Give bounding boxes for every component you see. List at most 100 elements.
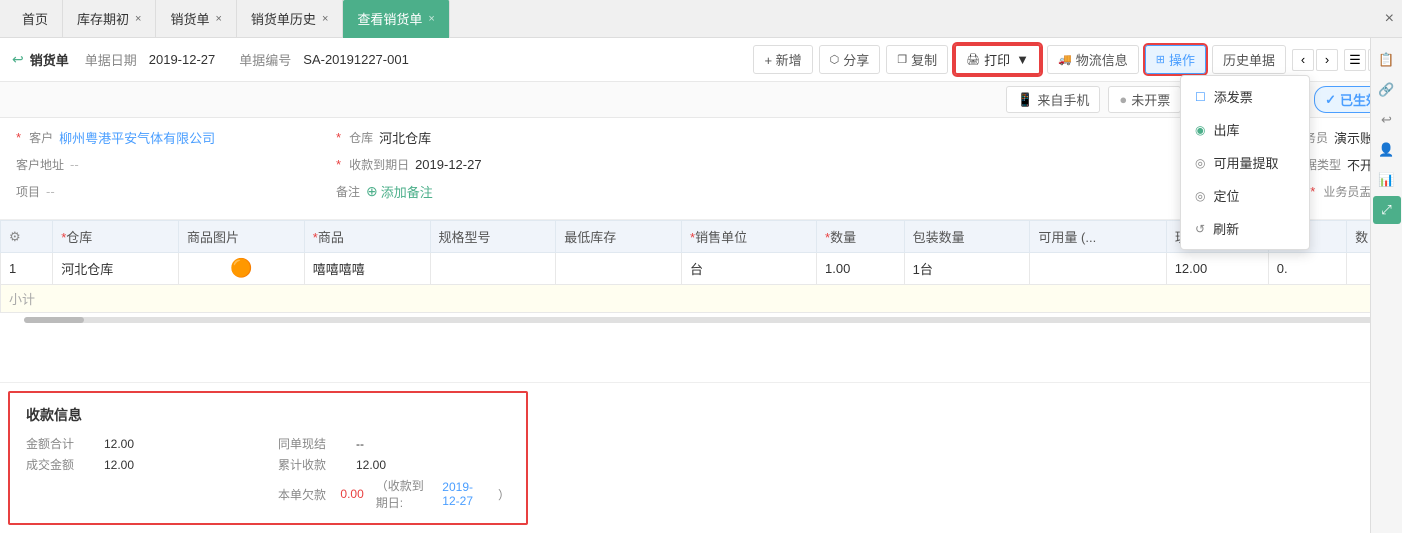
col-image: 商品图片 [178, 221, 304, 253]
owed-value: 0.00 [340, 487, 363, 501]
locate-item[interactable]: ◎ 定位 [1181, 179, 1309, 212]
phone-icon: 📱 [1017, 92, 1033, 108]
tab-inventory-close[interactable]: × [135, 13, 141, 25]
main-content: ↩ 销货单 单据日期 2019-12-27 单据编号 SA-20191227-0… [0, 38, 1402, 533]
window-close-button[interactable]: × [1385, 10, 1394, 28]
sidebar-expand-button[interactable]: ⤢ [1373, 196, 1401, 224]
row-spec [430, 253, 556, 285]
from-phone-button[interactable]: 📱 来自手机 [1006, 86, 1100, 113]
customer-label: 客户 [29, 129, 53, 146]
tab-history-close[interactable]: × [322, 13, 328, 25]
copy-icon: ❐ [897, 53, 907, 66]
available-qty-icon: ◎ [1195, 156, 1205, 170]
history-button[interactable]: 历史单据 [1212, 45, 1286, 74]
number-value: SA-20191227-001 [303, 52, 409, 67]
date-label: 单据日期 [85, 50, 137, 69]
copy-button[interactable]: ❐ 复制 [886, 45, 948, 74]
right-sidebar: 📋 🔗 ↩ 👤 📊 ⤢ [1370, 38, 1402, 533]
add-invoice-item[interactable]: ☐ 添发票 [1181, 80, 1309, 113]
print-button[interactable]: 🖨 打印 ▼ [954, 44, 1041, 75]
prev-button[interactable]: ‹ [1292, 49, 1314, 71]
logistics-icon: 🚚 [1058, 53, 1072, 66]
list-view-button[interactable]: ☰ [1344, 49, 1366, 71]
tab-view-close[interactable]: × [428, 13, 434, 25]
available-qty-item[interactable]: ◎ 可用量提取 [1181, 146, 1309, 179]
share-icon: ⬡ [830, 53, 840, 66]
tab-sales-close[interactable]: × [215, 13, 221, 25]
payment-date-field: * 收款到期日 2019-12-27 [336, 156, 536, 173]
address-field: 客户地址 -- [16, 156, 316, 173]
col-available: 可用量 (... [1030, 221, 1166, 253]
customer-required: * [16, 130, 21, 145]
warehouse-value: 河北仓库 [379, 128, 431, 147]
sidebar-undo-button[interactable]: ↩ [1373, 106, 1401, 134]
operations-button[interactable]: ⊞ 操作 [1145, 45, 1206, 74]
add-note-button[interactable]: ⊕ 添加备注 [366, 182, 433, 201]
warehouse-required: * [336, 130, 341, 145]
warehouse-label: 仓库 [349, 129, 373, 146]
project-field: 项目 -- [16, 183, 316, 200]
due-date-hint: （收款到期日: [376, 477, 435, 511]
row-image: 🟠 [178, 253, 304, 285]
cumulative-value: 12.00 [356, 458, 386, 472]
row-unit: 台 [682, 253, 817, 285]
payment-date-label: 收款到期日 [349, 156, 409, 173]
sidebar-chart-button[interactable]: 📊 [1373, 166, 1401, 194]
scroll-thumb [24, 317, 84, 323]
col-pack: 包装数量 [904, 221, 1030, 253]
warehouse-field: * 仓库 河北仓库 [336, 128, 536, 147]
row-index: 1 [1, 253, 53, 285]
payment-grid: 金额合计 12.00 同单现结 -- 成交金额 12.00 累计收款 12.00… [26, 435, 510, 511]
scroll-indicator[interactable] [24, 317, 1378, 323]
row-warehouse: 河北仓库 [53, 253, 179, 285]
document-header: ↩ 销货单 单据日期 2019-12-27 单据编号 SA-20191227-0… [0, 38, 1402, 82]
sidebar-link-button[interactable]: 🔗 [1373, 76, 1401, 104]
not-open-ticket-button[interactable]: ● 未开票 [1108, 86, 1181, 113]
doc-meta: 单据日期 2019-12-27 单据编号 SA-20191227-001 [85, 50, 754, 69]
print-dropdown-icon: ▼ [1016, 52, 1029, 67]
address-value: -- [70, 157, 79, 172]
same-order-value: -- [356, 437, 364, 451]
total-label: 金额合计 [26, 435, 96, 452]
tab-home[interactable]: 首页 [8, 0, 63, 38]
same-order-row: 同单现结 -- [278, 435, 510, 452]
owed-row: 本单欠款 0.00 （收款到期日: 2019-12-27 ） [278, 477, 510, 511]
customer-field: * 客户 柳州粤港平安气体有限公司 [16, 128, 316, 147]
new-button[interactable]: + 新增 [753, 45, 812, 74]
circle-icon: ● [1119, 92, 1127, 107]
sidebar-clipboard-button[interactable]: 📋 [1373, 46, 1401, 74]
cumulative-label: 累计收款 [278, 456, 348, 473]
table-row: 1 河北仓库 🟠 嘻嘻嘻嘻 台 1.00 1台 12.00 0. [1, 253, 1402, 285]
tab-view-sales[interactable]: 查看销货单 × [343, 0, 449, 38]
sales-required: * [1310, 184, 1315, 199]
customer-value[interactable]: 柳州粤港平安气体有限公司 [59, 128, 215, 147]
payment-date-required: * [336, 157, 341, 172]
effective-check-icon: ✓ [1325, 92, 1336, 108]
logistics-button[interactable]: 🚚 物流信息 [1047, 45, 1139, 74]
locate-icon: ◎ [1195, 189, 1205, 203]
nav-arrows: ‹ › [1292, 49, 1338, 71]
operations-dropdown: ☐ 添发票 ◉ 出库 ◎ 可用量提取 ◎ 定位 ↺ 刷新 [1180, 75, 1310, 250]
operations-icon: ⊞ [1156, 53, 1165, 66]
tab-inventory[interactable]: 库存期初 × [63, 0, 156, 38]
tab-bar: 首页 库存期初 × 销货单 × 销货单历史 × 查看销货单 × × [0, 0, 1402, 38]
next-button[interactable]: › [1316, 49, 1338, 71]
tab-sales-history[interactable]: 销货单历史 × [237, 0, 343, 38]
share-button[interactable]: ⬡ 分享 [819, 45, 881, 74]
payment-info-title: 收款信息 [26, 405, 510, 425]
row-product: 嘻嘻嘻嘻 [304, 253, 430, 285]
date-value: 2019-12-27 [149, 52, 216, 67]
tab-sales[interactable]: 销货单 × [156, 0, 236, 38]
refresh-icon: ↺ [1195, 222, 1205, 236]
sidebar-user-button[interactable]: 👤 [1373, 136, 1401, 164]
payment-info-section: 收款信息 金额合计 12.00 同单现结 -- 成交金额 12.00 累计收款 … [8, 391, 528, 525]
owed-label: 本单欠款 [278, 486, 332, 503]
outbound-item[interactable]: ◉ 出库 [1181, 113, 1309, 146]
subtotal-row: 小计 [1, 285, 1402, 313]
note-field: 备注 ⊕ 添加备注 [336, 182, 536, 201]
sales-staff-label: 业务员盂 [1323, 183, 1371, 200]
gear-icon[interactable]: ⚙ [9, 229, 21, 244]
refresh-item[interactable]: ↺ 刷新 [1181, 212, 1309, 245]
number-label: 单据编号 [239, 50, 291, 69]
due-date-close: ） [498, 486, 510, 503]
